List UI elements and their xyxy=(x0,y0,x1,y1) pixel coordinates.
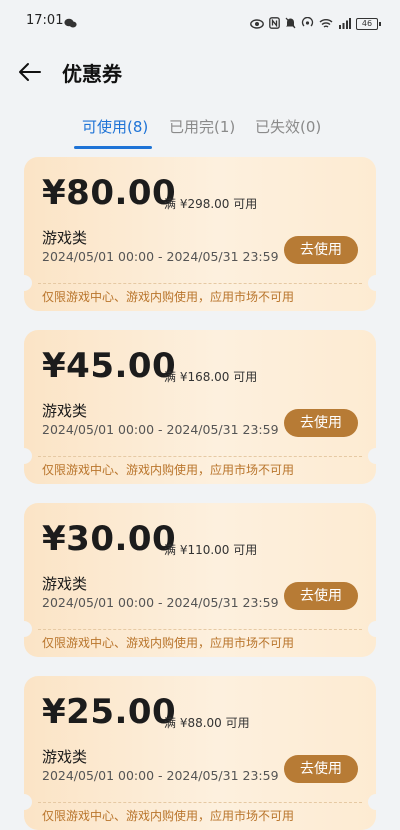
use-coupon-button[interactable]: 去使用 xyxy=(284,582,358,610)
use-coupon-button[interactable]: 去使用 xyxy=(284,236,358,264)
tab-used-up[interactable]: 已用完(1) xyxy=(169,116,235,137)
use-coupon-button[interactable]: 去使用 xyxy=(284,755,358,783)
coupon-validity: 2024/05/01 00:00 - 2024/05/31 23:59 xyxy=(42,422,279,437)
coupon-condition: 满 ¥168.00 可用 xyxy=(164,370,258,384)
coupon-category: 游戏类 xyxy=(42,402,88,420)
coupon-card: ¥80.00 满 ¥298.00 可用 游戏类 2024/05/01 00:00… xyxy=(24,157,376,311)
tab-indicator xyxy=(74,146,152,149)
coupon-category: 游戏类 xyxy=(42,748,88,766)
coupon-validity: 2024/05/01 00:00 - 2024/05/31 23:59 xyxy=(42,768,279,783)
back-arrow-icon xyxy=(19,63,41,81)
page-title: 优惠券 xyxy=(62,62,122,86)
coupon-restriction: 仅限游戏中心、游戏内购使用，应用市场不可用 xyxy=(42,636,295,650)
hotspot-icon xyxy=(301,14,314,33)
coupon-category: 游戏类 xyxy=(42,575,88,593)
coupon-restriction: 仅限游戏中心、游戏内购使用，应用市场不可用 xyxy=(42,809,295,823)
coupon-tabs: 可使用(8) 已用完(1) 已失效(0) xyxy=(0,108,400,154)
coupon-card: ¥30.00 满 ¥110.00 可用 游戏类 2024/05/01 00:00… xyxy=(24,503,376,657)
coupon-divider xyxy=(38,802,362,803)
coupon-divider xyxy=(38,283,362,284)
coupon-validity: 2024/05/01 00:00 - 2024/05/31 23:59 xyxy=(42,595,279,610)
coupon-card: ¥25.00 满 ¥88.00 可用 游戏类 2024/05/01 00:00 … xyxy=(24,676,376,830)
nfc-icon xyxy=(269,14,280,33)
coupon-condition: 满 ¥298.00 可用 xyxy=(164,197,258,211)
header: 优惠券 xyxy=(0,44,400,100)
coupon-condition: 满 ¥110.00 可用 xyxy=(164,543,258,557)
coupon-amount: ¥80.00 xyxy=(42,173,177,213)
use-coupon-button[interactable]: 去使用 xyxy=(284,409,358,437)
coupon-category: 游戏类 xyxy=(42,229,88,247)
battery-icon: 46 xyxy=(356,17,381,30)
coupon-divider xyxy=(38,456,362,457)
chat-notification-icon xyxy=(64,14,77,33)
eye-icon xyxy=(250,14,264,33)
wifi-icon xyxy=(319,14,333,33)
coupon-condition: 满 ¥88.00 可用 xyxy=(164,716,250,730)
signal-icon xyxy=(338,14,351,33)
coupon-card: ¥45.00 满 ¥168.00 可用 游戏类 2024/05/01 00:00… xyxy=(24,330,376,484)
mute-icon xyxy=(285,14,296,33)
coupon-restriction: 仅限游戏中心、游戏内购使用，应用市场不可用 xyxy=(42,290,295,304)
coupon-divider xyxy=(38,629,362,630)
coupon-restriction: 仅限游戏中心、游戏内购使用，应用市场不可用 xyxy=(42,463,295,477)
tab-available[interactable]: 可使用(8) xyxy=(82,116,148,137)
tab-expired[interactable]: 已失效(0) xyxy=(255,116,321,137)
coupon-amount: ¥45.00 xyxy=(42,346,177,386)
status-icons: 46 xyxy=(250,14,381,33)
coupon-validity: 2024/05/01 00:00 - 2024/05/31 23:59 xyxy=(42,249,279,264)
coupon-amount: ¥30.00 xyxy=(42,519,177,559)
status-time: 17:01 xyxy=(26,13,64,28)
back-button[interactable] xyxy=(16,58,44,86)
coupon-amount: ¥25.00 xyxy=(42,692,177,732)
status-bar: 17:01 46 xyxy=(0,0,400,44)
